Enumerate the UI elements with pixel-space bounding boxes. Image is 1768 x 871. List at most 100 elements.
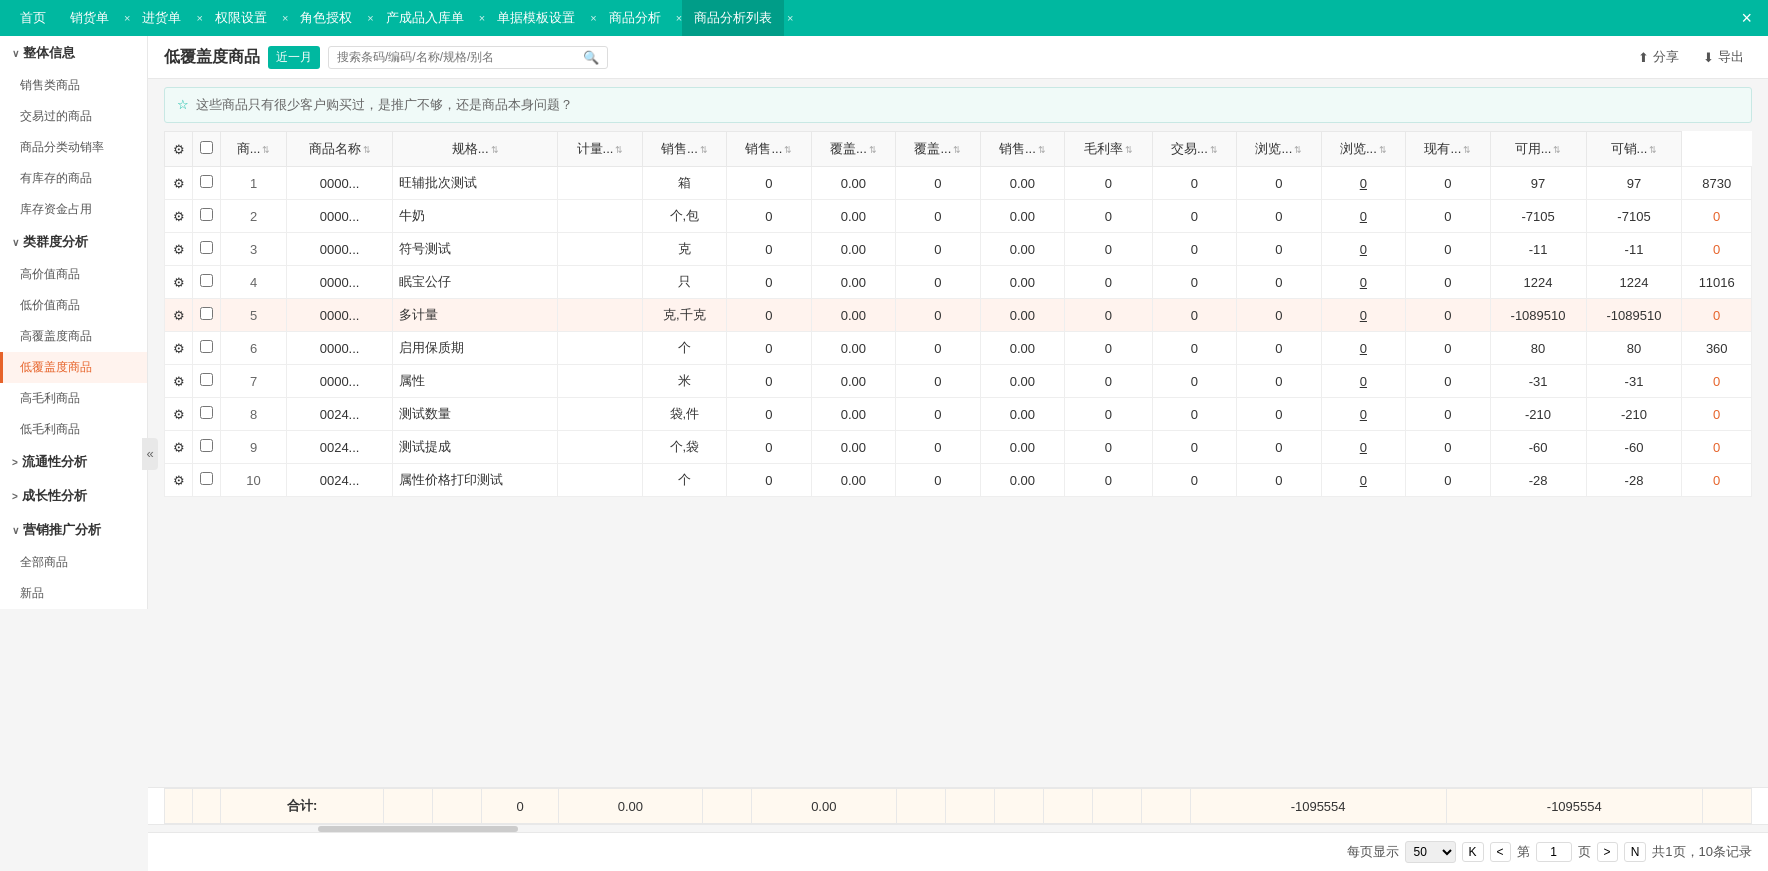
row-browse1-5[interactable]: 0 xyxy=(1321,332,1405,365)
sidebar-section-liquidity[interactable]: > 流通性分析 xyxy=(0,445,147,479)
nav-role[interactable]: 角色授权 xyxy=(288,0,364,36)
row-settings-6[interactable]: ⚙ xyxy=(165,365,193,398)
sidebar-item-category-rate[interactable]: 商品分类动销率 xyxy=(0,132,147,163)
search-input[interactable] xyxy=(337,50,583,64)
row-browse1-0[interactable]: 0 xyxy=(1321,167,1405,200)
page-number-input[interactable] xyxy=(1536,842,1572,862)
sidebar-item-stock-funds[interactable]: 库存资金占用 xyxy=(0,194,147,225)
sidebar-item-all-goods[interactable]: 全部商品 xyxy=(0,547,147,578)
row-checkbox-4[interactable] xyxy=(193,299,221,332)
col-sales-extra[interactable]: 销售...⇅ xyxy=(980,132,1064,167)
row-name-1[interactable]: 牛奶 xyxy=(393,200,558,233)
select-all-checkbox[interactable] xyxy=(200,141,213,154)
nav-close-permission[interactable]: × xyxy=(282,12,288,24)
col-sales-qty[interactable]: 销售...⇅ xyxy=(642,132,726,167)
sidebar-item-sales-goods[interactable]: 销售类商品 xyxy=(0,70,147,101)
row-settings-2[interactable]: ⚙ xyxy=(165,233,193,266)
prev-page-button[interactable]: < xyxy=(1490,842,1511,862)
col-spec[interactable]: 规格...⇅ xyxy=(393,132,558,167)
nav-close-goods-analysis[interactable]: × xyxy=(676,12,682,24)
nav-goods-analysis-list[interactable]: 商品分析列表 xyxy=(682,0,784,36)
sidebar-item-low-value[interactable]: 低价值商品 xyxy=(0,290,147,321)
row-checkbox-2[interactable] xyxy=(193,233,221,266)
row-checkbox-6[interactable] xyxy=(193,365,221,398)
nav-close-role[interactable]: × xyxy=(367,12,373,24)
sidebar-item-traded-goods[interactable]: 交易过的商品 xyxy=(0,101,147,132)
row-name-4[interactable]: 多计量 xyxy=(393,299,558,332)
row-checkbox-5[interactable] xyxy=(193,332,221,365)
nav-close-template[interactable]: × xyxy=(590,12,596,24)
row-settings-0[interactable]: ⚙ xyxy=(165,167,193,200)
sidebar-item-high-value[interactable]: 高价值商品 xyxy=(0,259,147,290)
next-page-button[interactable]: > xyxy=(1597,842,1618,862)
nav-close-product-entry[interactable]: × xyxy=(479,12,485,24)
horizontal-scrollbar[interactable] xyxy=(148,824,1768,832)
row-name-0[interactable]: 旺辅批次测试 xyxy=(393,167,558,200)
last-page-button[interactable]: N xyxy=(1624,842,1647,862)
row-name-7[interactable]: 测试数量 xyxy=(393,398,558,431)
row-browse1-4[interactable]: 0 xyxy=(1321,299,1405,332)
row-name-9[interactable]: 属性价格打印测试 xyxy=(393,464,558,497)
row-settings-4[interactable]: ⚙ xyxy=(165,299,193,332)
row-browse1-8[interactable]: 0 xyxy=(1321,431,1405,464)
col-sales-amt[interactable]: 销售...⇅ xyxy=(727,132,811,167)
nav-sales[interactable]: 销货单 xyxy=(58,0,121,36)
row-checkbox-1[interactable] xyxy=(193,200,221,233)
col-checkbox[interactable] xyxy=(193,132,221,167)
col-name[interactable]: 商品名称⇅ xyxy=(287,132,393,167)
row-settings-5[interactable]: ⚙ xyxy=(165,332,193,365)
nav-permission[interactable]: 权限设置 xyxy=(203,0,279,36)
time-filter-button[interactable]: 近一月 xyxy=(268,46,320,69)
col-cover1[interactable]: 覆盖...⇅ xyxy=(811,132,895,167)
per-page-select[interactable]: 50 20 100 xyxy=(1405,841,1456,863)
row-settings-9[interactable]: ⚙ xyxy=(165,464,193,497)
window-close-button[interactable]: × xyxy=(1733,8,1760,29)
row-browse1-6[interactable]: 0 xyxy=(1321,365,1405,398)
col-browse2[interactable]: 浏览...⇅ xyxy=(1321,132,1405,167)
col-cover2[interactable]: 覆盖...⇅ xyxy=(896,132,980,167)
sidebar-collapse-button[interactable]: « xyxy=(142,438,158,470)
sidebar-item-low-margin[interactable]: 低毛利商品 xyxy=(0,414,147,445)
col-code[interactable]: 商...⇅ xyxy=(221,132,287,167)
sidebar-section-marketing[interactable]: ∨ 营销推广分析 xyxy=(0,513,147,547)
row-name-3[interactable]: 眠宝公仔 xyxy=(393,266,558,299)
row-checkbox-8[interactable] xyxy=(193,431,221,464)
nav-purchase[interactable]: 进货单 xyxy=(130,0,193,36)
row-browse1-1[interactable]: 0 xyxy=(1321,200,1405,233)
row-browse1-2[interactable]: 0 xyxy=(1321,233,1405,266)
table-container[interactable]: ⚙ 商...⇅ 商品名称⇅ 规格...⇅ 计量...⇅ 销售...⇅ 销售...… xyxy=(148,131,1768,787)
row-checkbox-9[interactable] xyxy=(193,464,221,497)
row-name-2[interactable]: 符号测试 xyxy=(393,233,558,266)
col-sellable[interactable]: 可销...⇅ xyxy=(1586,132,1682,167)
row-browse1-3[interactable]: 0 xyxy=(1321,266,1405,299)
export-button[interactable]: ⬇ 导出 xyxy=(1695,44,1752,70)
sidebar-section-growth[interactable]: > 成长性分析 xyxy=(0,479,147,513)
row-checkbox-0[interactable] xyxy=(193,167,221,200)
col-margin[interactable]: 毛利率⇅ xyxy=(1065,132,1153,167)
col-available[interactable]: 可用...⇅ xyxy=(1490,132,1586,167)
nav-product-entry[interactable]: 产成品入库单 xyxy=(374,0,476,36)
col-settings[interactable]: ⚙ xyxy=(165,132,193,167)
row-checkbox-7[interactable] xyxy=(193,398,221,431)
first-page-button[interactable]: K xyxy=(1462,842,1484,862)
sidebar-item-new-goods[interactable]: 新品 xyxy=(0,578,147,609)
row-name-6[interactable]: 属性 xyxy=(393,365,558,398)
col-unit[interactable]: 计量...⇅ xyxy=(558,132,642,167)
sidebar-section-group[interactable]: ∨ 类群度分析 xyxy=(0,225,147,259)
sidebar-item-high-coverage[interactable]: 高覆盖度商品 xyxy=(0,321,147,352)
share-button[interactable]: ⬆ 分享 xyxy=(1630,44,1687,70)
nav-home[interactable]: 首页 xyxy=(8,0,58,36)
row-settings-8[interactable]: ⚙ xyxy=(165,431,193,464)
row-name-5[interactable]: 启用保质期 xyxy=(393,332,558,365)
row-settings-1[interactable]: ⚙ xyxy=(165,200,193,233)
nav-close-purchase[interactable]: × xyxy=(196,12,202,24)
sidebar-item-high-margin[interactable]: 高毛利商品 xyxy=(0,383,147,414)
sidebar-item-low-coverage[interactable]: 低覆盖度商品 xyxy=(0,352,147,383)
sidebar-section-overall[interactable]: ∨ 整体信息 xyxy=(0,36,147,70)
col-trade[interactable]: 交易...⇅ xyxy=(1152,132,1236,167)
sidebar-item-stock-goods[interactable]: 有库存的商品 xyxy=(0,163,147,194)
row-name-8[interactable]: 测试提成 xyxy=(393,431,558,464)
col-browse1[interactable]: 浏览...⇅ xyxy=(1237,132,1321,167)
nav-close-goods-analysis-list[interactable]: × xyxy=(787,12,793,24)
search-icon[interactable]: 🔍 xyxy=(583,50,599,65)
